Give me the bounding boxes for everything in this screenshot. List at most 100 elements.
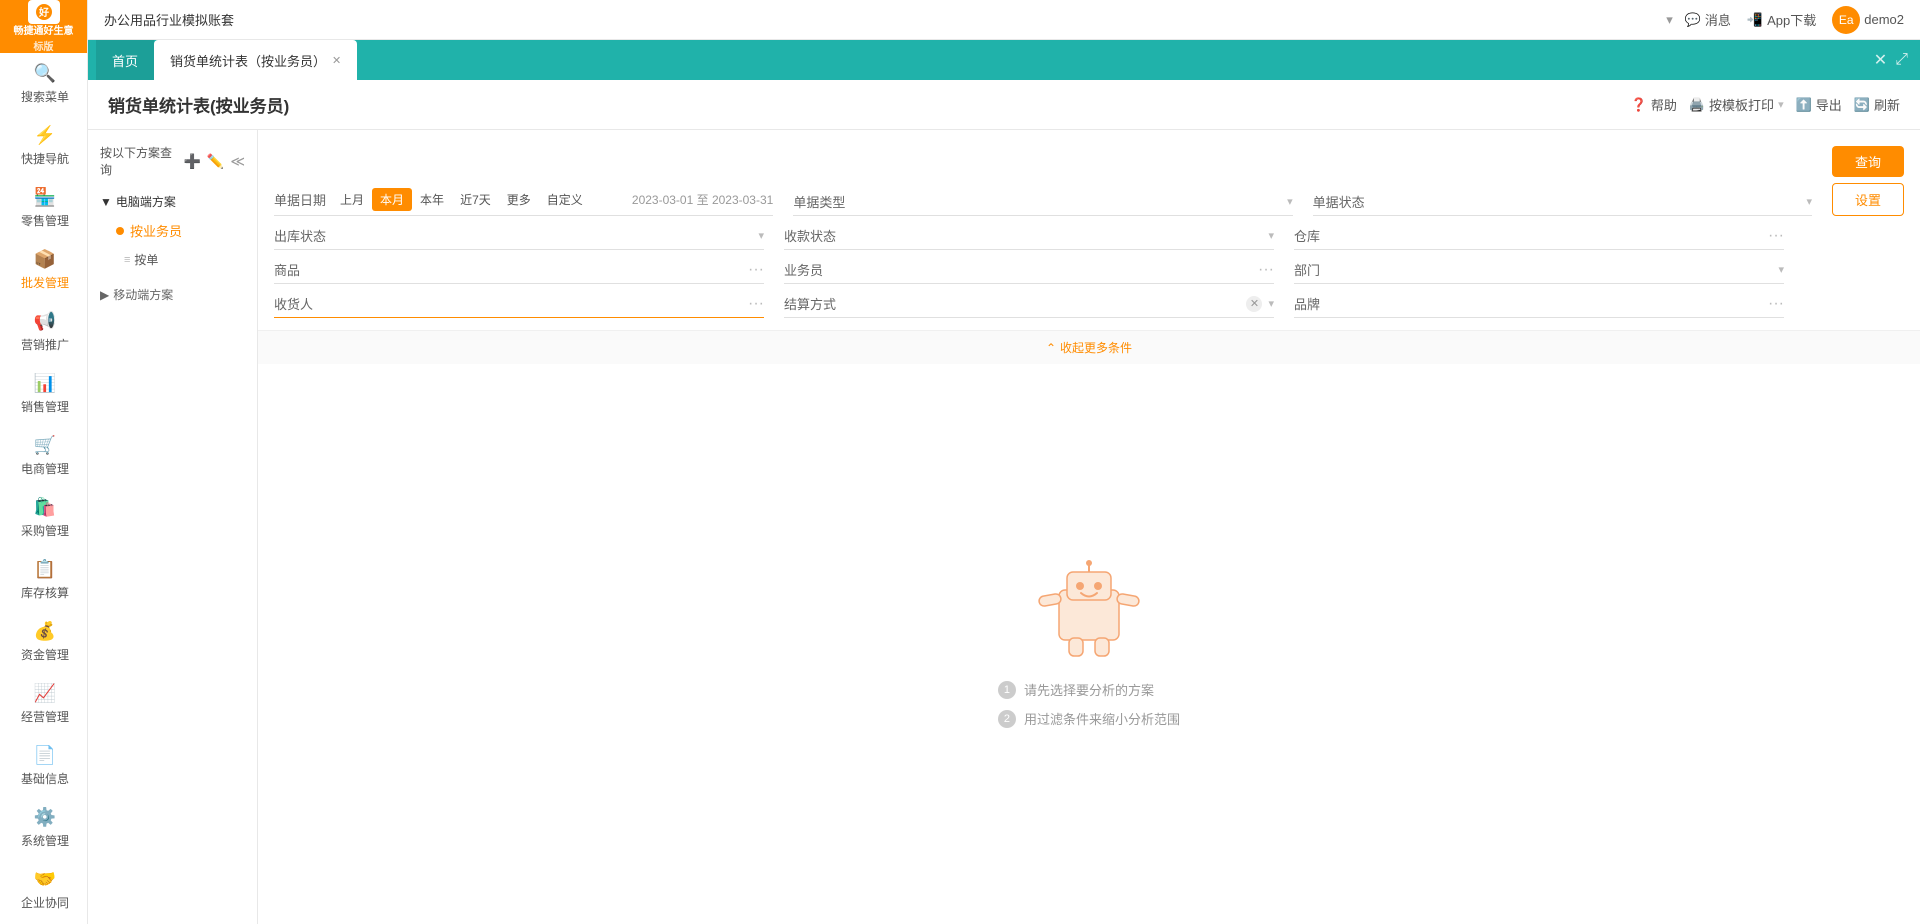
- filter-row-1: 单据日期 上月 本月 本年 近7天 更多 自定义 2023-03-01 至 20…: [274, 142, 1904, 216]
- mobile-scheme-group-title[interactable]: ▶ 移动端方案: [88, 281, 257, 308]
- sidebar-item-retail[interactable]: 🏪 零售管理: [0, 177, 88, 239]
- payment-status-field[interactable]: 收款状态 ▾: [784, 226, 1274, 250]
- warehouse-dots[interactable]: ···: [1768, 228, 1784, 244]
- expand-icon: ▼: [100, 195, 112, 209]
- operations-icon: 📈: [34, 683, 56, 704]
- export-icon: ⬆️: [1796, 97, 1812, 113]
- export-label: 导出: [1816, 95, 1842, 114]
- doc-status-field[interactable]: 单据状态 ▾: [1313, 192, 1812, 216]
- refresh-icon: 🔄: [1854, 97, 1870, 113]
- logo-subtitle: 标版: [34, 38, 54, 53]
- empty-tip-2: 2 用过滤条件来缩小分析范围: [998, 709, 1180, 728]
- sidebar-item-label: 搜索菜单: [21, 88, 69, 105]
- period-custom[interactable]: 自定义: [539, 188, 591, 211]
- settlement-clear-button[interactable]: ✕: [1246, 296, 1262, 312]
- tab-close-icon[interactable]: ✕: [332, 54, 341, 67]
- sidebar-item-operations[interactable]: 📈 经营管理: [0, 673, 88, 735]
- goods-field[interactable]: 商品 ···: [274, 260, 764, 284]
- collapse-bar[interactable]: ⌃ 收起更多条件: [258, 330, 1920, 364]
- collapse-label: 收起更多条件: [1060, 339, 1132, 356]
- sidebar-item-sales[interactable]: 📊 销售管理: [0, 363, 88, 425]
- page-header-actions: ❓ 帮助 🖨️ 按模板打印 ▾ ⬆️ 导出 🔄 刷新 查询 设置: [1631, 95, 1900, 126]
- help-icon: ❓: [1631, 97, 1647, 113]
- help-label: 帮助: [1651, 95, 1677, 114]
- app-download-button[interactable]: 📲 App下载: [1747, 10, 1816, 29]
- doc-status-field-wrap: 单据状态 ▾: [1313, 192, 1812, 216]
- payment-status-label: 收款状态: [784, 226, 836, 245]
- export-button[interactable]: ⬆️ 导出: [1796, 95, 1842, 114]
- consignee-label: 收货人: [274, 294, 326, 313]
- consignee-field[interactable]: 收货人 ···: [274, 294, 764, 318]
- warehouse-label: 仓库: [1294, 226, 1346, 245]
- user-initials: Ea: [1839, 13, 1854, 27]
- scheme-sub-item-order[interactable]: ≡ 按单: [88, 246, 257, 273]
- department-field-wrap: 部门 ▾: [1294, 260, 1784, 284]
- sidebar-item-quick-nav[interactable]: ⚡ 快捷导航: [0, 115, 88, 177]
- date-period-selector: 上月 本月 本年 近7天 更多 自定义: [332, 188, 618, 211]
- consignee-dots[interactable]: ···: [748, 296, 764, 312]
- scheme-item-salesperson[interactable]: 按业务员: [88, 215, 257, 246]
- warehouse-field[interactable]: 仓库 ···: [1294, 226, 1784, 250]
- sidebar-item-purchase[interactable]: 🛍️ 采购管理: [0, 487, 88, 549]
- consignee-field-wrap: 收货人 ···: [274, 294, 764, 318]
- desktop-scheme-group-title[interactable]: ▼ 电脑端方案: [88, 188, 257, 215]
- out-status-arrow: ▾: [758, 229, 764, 242]
- mobile-scheme-group: ▶ 移动端方案: [88, 277, 257, 312]
- edit-scheme-button[interactable]: ✏️: [207, 153, 224, 170]
- sidebar-item-ecommerce[interactable]: 🛒 电商管理: [0, 425, 88, 487]
- message-button[interactable]: 💬 消息: [1685, 10, 1731, 29]
- sidebar-item-system[interactable]: ⚙️ 系统管理: [0, 797, 88, 859]
- period-last-month[interactable]: 上月: [332, 188, 372, 211]
- left-panel: 按以下方案查询 ➕ ✏️ ≪ ▼ 电脑端方案 按业务员 ≡: [88, 130, 258, 924]
- tab-close-all-button[interactable]: ✕: [1874, 50, 1887, 70]
- template-print-button[interactable]: 🖨️ 按模板打印 ▾: [1689, 95, 1784, 114]
- settlement-field-wrap: 结算方式 ✕ ▾: [784, 294, 1274, 318]
- tab-home[interactable]: 首页: [96, 40, 154, 80]
- filter-row-2: 出库状态 ▾ 收款状态 ▾: [274, 226, 1904, 250]
- user-profile-button[interactable]: Ea demo2: [1832, 6, 1904, 34]
- sidebar-item-cooperation[interactable]: 🤝 企业协同: [0, 859, 88, 921]
- add-scheme-button[interactable]: ➕: [183, 153, 200, 170]
- brand-dots[interactable]: ···: [1768, 296, 1784, 312]
- sidebar-item-wholesale[interactable]: 📦 批发管理: [0, 239, 88, 301]
- query-button-2[interactable]: 查询: [1832, 146, 1904, 177]
- goods-label: 商品: [274, 260, 326, 279]
- purchase-icon: 🛍️: [34, 497, 56, 518]
- sidebar-item-label: 零售管理: [21, 212, 69, 229]
- workspace-dropdown-icon[interactable]: ▾: [1666, 12, 1673, 28]
- refresh-button[interactable]: 🔄 刷新: [1854, 95, 1900, 114]
- out-status-field-wrap: 出库状态 ▾: [274, 226, 764, 250]
- sidebar-item-finance[interactable]: 💰 资金管理: [0, 611, 88, 673]
- sidebar-item-search[interactable]: 🔍 搜索菜单: [0, 53, 88, 115]
- sidebar-item-label: 系统管理: [21, 832, 69, 849]
- collapse-panel-button[interactable]: ≪: [230, 153, 245, 170]
- sidebar-item-inventory[interactable]: 📋 库存核算: [0, 549, 88, 611]
- sidebar-item-marketing[interactable]: 📢 营销推广: [0, 301, 88, 363]
- settings-button-2[interactable]: 设置: [1832, 183, 1904, 216]
- inventory-icon: 📋: [34, 559, 56, 580]
- tab-sales-stat[interactable]: 销货单统计表（按业务员） ✕: [154, 40, 357, 80]
- brand-field-wrap: 品牌 ···: [1294, 294, 1784, 318]
- brand-field[interactable]: 品牌 ···: [1294, 294, 1784, 318]
- refresh-label: 刷新: [1874, 95, 1900, 114]
- sidebar-item-label: 营销推广: [21, 336, 69, 353]
- period-this-year[interactable]: 本年: [412, 188, 452, 211]
- sidebar-item-basic-info[interactable]: 📄 基础信息: [0, 735, 88, 797]
- help-button[interactable]: ❓ 帮助: [1631, 95, 1677, 114]
- period-more[interactable]: 更多: [499, 188, 539, 211]
- doc-type-field-wrap: 单据类型 ▾: [793, 192, 1292, 216]
- out-status-field[interactable]: 出库状态 ▾: [274, 226, 764, 250]
- date-field: 单据日期 上月 本月 本年 近7天 更多 自定义 2023-03-01 至 20…: [274, 188, 773, 216]
- period-7days[interactable]: 近7天: [452, 188, 499, 211]
- tab-maximize-button[interactable]: ⤢: [1895, 51, 1908, 69]
- department-field[interactable]: 部门 ▾: [1294, 260, 1784, 284]
- period-this-month[interactable]: 本月: [372, 188, 412, 211]
- settlement-field[interactable]: 结算方式 ✕ ▾: [784, 294, 1274, 318]
- salesperson-field[interactable]: 业务员 ···: [784, 260, 1274, 284]
- active-dot: [116, 227, 124, 235]
- sales-icon: 📊: [34, 373, 56, 394]
- salesperson-dots[interactable]: ···: [1258, 262, 1274, 278]
- message-label: 消息: [1705, 10, 1731, 29]
- goods-dots[interactable]: ···: [748, 262, 764, 278]
- doc-type-field[interactable]: 单据类型 ▾: [793, 192, 1292, 216]
